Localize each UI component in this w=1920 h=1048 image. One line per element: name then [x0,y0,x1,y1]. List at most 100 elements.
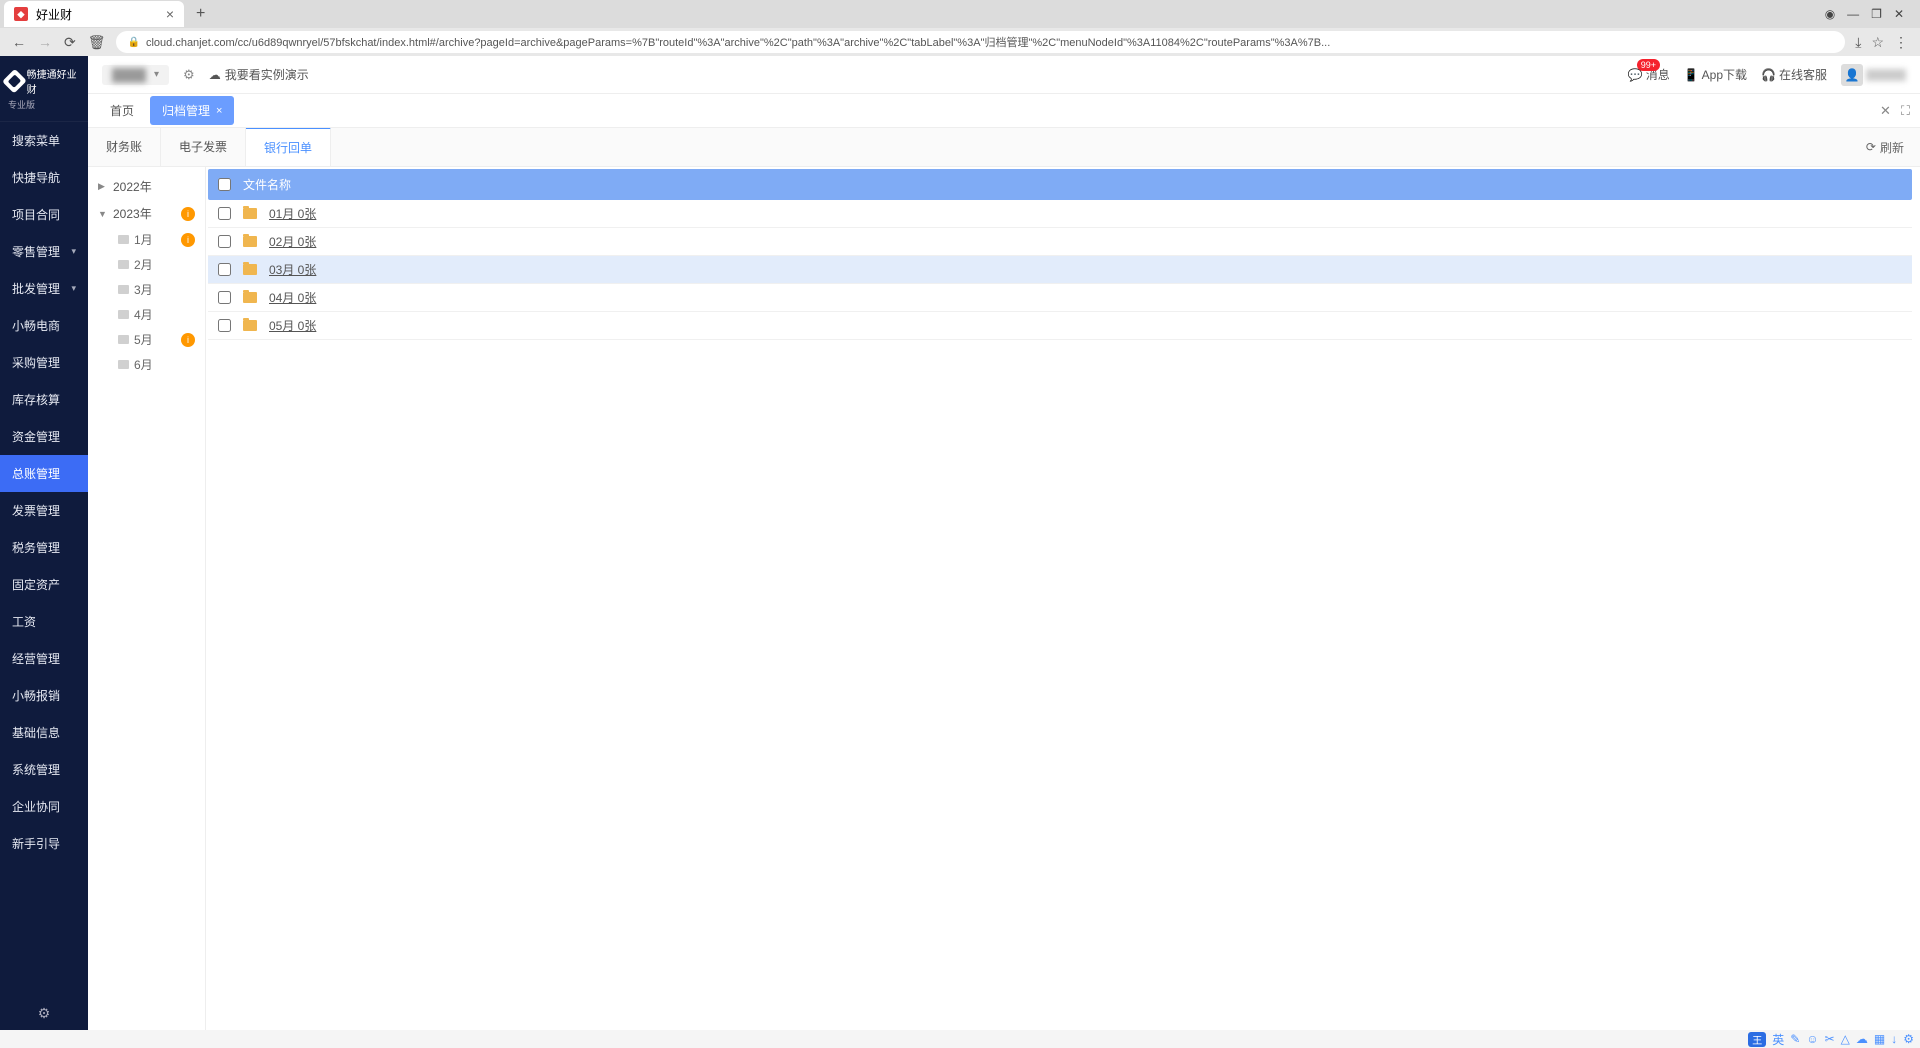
tree-month-label: 3月 [134,281,153,298]
url-field[interactable]: 🔒 cloud.chanjet.com/cc/u6d89qwnryel/57bf… [116,31,1846,53]
tab-archive-label: 归档管理 [162,102,210,119]
sidebar-item-label: 经营管理 [12,650,60,667]
sidebar-item-label: 发票管理 [12,502,60,519]
file-link[interactable]: 04月 0张 [269,289,316,306]
service-button[interactable]: 🎧 在线客服 [1761,66,1827,83]
tray-icon[interactable]: ✎ [1790,1032,1800,1046]
row-checkbox[interactable] [218,207,231,220]
install-icon[interactable]: ⤓ [1855,34,1861,51]
sidebar-item[interactable]: 发票管理 [0,492,88,529]
fullscreen-icon[interactable]: ⛶ [1901,103,1910,119]
close-all-icon[interactable]: ✕ [1880,103,1891,119]
logo-area: 畅捷通好业财 专业版 [0,56,88,122]
sidebar-item[interactable]: 资金管理 [0,418,88,455]
sidebar-item[interactable]: 新手引导 [0,825,88,862]
info-badge-icon: i [181,207,195,221]
tray-icon[interactable]: ☁ [1856,1032,1868,1046]
subtab-bank[interactable]: 银行回单 [246,128,331,166]
list-header: 文件名称 [208,169,1912,200]
sidebar-item[interactable]: 企业协同 [0,788,88,825]
file-link[interactable]: 05月 0张 [269,317,316,334]
file-link[interactable]: 03月 0张 [269,261,316,278]
close-icon[interactable]: × [166,6,174,22]
sidebar-item[interactable]: 快捷导航 [0,159,88,196]
folder-icon [118,310,129,319]
tree-month[interactable]: 6月 [88,352,205,377]
messages-badge: 99+ [1637,59,1660,71]
ime-lang[interactable]: 英 [1772,1031,1784,1048]
sidebar-item[interactable]: 工资 [0,603,88,640]
sidebar-item[interactable]: 总账管理 [0,455,88,492]
reload-icon[interactable]: ⟳ [64,34,76,51]
tree-month[interactable]: 2月 [88,252,205,277]
address-bar: ← → ⟳ 🗑 🔒 cloud.chanjet.com/cc/u6d89qwnr… [0,28,1920,56]
tray-icon[interactable]: ↓ [1891,1032,1897,1046]
menu-icon[interactable]: ⋮ [1894,34,1908,51]
ime-badge[interactable]: 王 [1748,1032,1766,1047]
select-all-checkbox[interactable] [218,178,231,191]
sidebar-item[interactable]: 基础信息 [0,714,88,751]
subtab-finance[interactable]: 财务账 [88,128,161,166]
row-checkbox[interactable] [218,235,231,248]
folder-icon [243,264,257,275]
company-selector[interactable]: ████ ▾ [102,65,169,85]
user-area[interactable]: 👤 [1841,64,1906,86]
sidebar-item[interactable]: 库存核算 [0,381,88,418]
new-tab-button[interactable]: + [196,5,205,23]
sidebar-item[interactable]: 采购管理 [0,344,88,381]
column-filename: 文件名称 [243,176,291,193]
sidebar-item[interactable]: 批发管理▾ [0,270,88,307]
tree-year-2023[interactable]: ▼ 2023年 i [88,200,205,227]
refresh-icon: ⟳ [1866,140,1876,154]
top-bar: ████ ▾ ⚙ ☁ 我要看实例演示 💬 消息 99+ 📱 App下载 [88,56,1920,94]
row-checkbox[interactable] [218,291,231,304]
tree-month[interactable]: 4月 [88,302,205,327]
messages-button[interactable]: 💬 消息 99+ [1628,66,1670,83]
tray-icon[interactable]: ⚙ [1903,1032,1914,1046]
sidebar-item-label: 企业协同 [12,798,60,815]
tree-month[interactable]: 3月 [88,277,205,302]
trash-icon[interactable]: 🗑 [88,34,106,51]
close-window-icon[interactable]: ✕ [1894,7,1904,21]
row-checkbox[interactable] [218,319,231,332]
account-icon[interactable]: ◉ [1825,7,1835,21]
tree-month[interactable]: 5月i [88,327,205,352]
sidebar-item[interactable]: 固定资产 [0,566,88,603]
sidebar-item[interactable]: 搜索菜单 [0,122,88,159]
minimize-icon[interactable]: — [1847,7,1859,21]
row-checkbox[interactable] [218,263,231,276]
tray-icon[interactable]: ☺ [1806,1032,1818,1046]
file-link[interactable]: 01月 0张 [269,205,316,222]
tray-icon[interactable]: ✂ [1825,1032,1835,1046]
sidebar-item-label: 新手引导 [12,835,60,852]
demo-link[interactable]: ☁ 我要看实例演示 [209,66,309,83]
sidebar-item[interactable]: 小畅电商 [0,307,88,344]
sidebar-item[interactable]: 项目合同 [0,196,88,233]
sidebar-item-label: 资金管理 [12,428,60,445]
browser-tab[interactable]: ◆ 好业财 × [4,1,184,27]
back-icon[interactable]: ← [12,34,26,51]
star-icon[interactable]: ☆ [1871,34,1884,51]
sidebar-item[interactable]: 税务管理 [0,529,88,566]
tab-home[interactable]: 首页 [98,96,146,125]
sidebar-item[interactable]: 经营管理 [0,640,88,677]
sidebar-item[interactable]: 系统管理 [0,751,88,788]
download-button[interactable]: 📱 App下载 [1684,66,1747,83]
tray-icon[interactable]: ▦ [1874,1032,1885,1046]
tree-month[interactable]: 1月i [88,227,205,252]
close-icon[interactable]: × [216,105,222,117]
settings-icon[interactable]: ⚙ [0,997,88,1030]
refresh-button[interactable]: ⟳ 刷新 [1866,139,1920,156]
maximize-icon[interactable]: ❐ [1871,7,1882,21]
forward-icon[interactable]: → [38,34,52,51]
tab-archive[interactable]: 归档管理 × [150,96,234,125]
subtab-einvoice[interactable]: 电子发票 [161,128,246,166]
file-link[interactable]: 02月 0张 [269,233,316,250]
folder-icon [118,235,129,244]
folder-icon [118,360,129,369]
gear-icon[interactable]: ⚙ [183,67,195,83]
tree-year-2022[interactable]: ▶ 2022年 [88,173,205,200]
tray-icon[interactable]: △ [1841,1032,1850,1046]
sidebar-item[interactable]: 零售管理▾ [0,233,88,270]
sidebar-item[interactable]: 小畅报销 [0,677,88,714]
